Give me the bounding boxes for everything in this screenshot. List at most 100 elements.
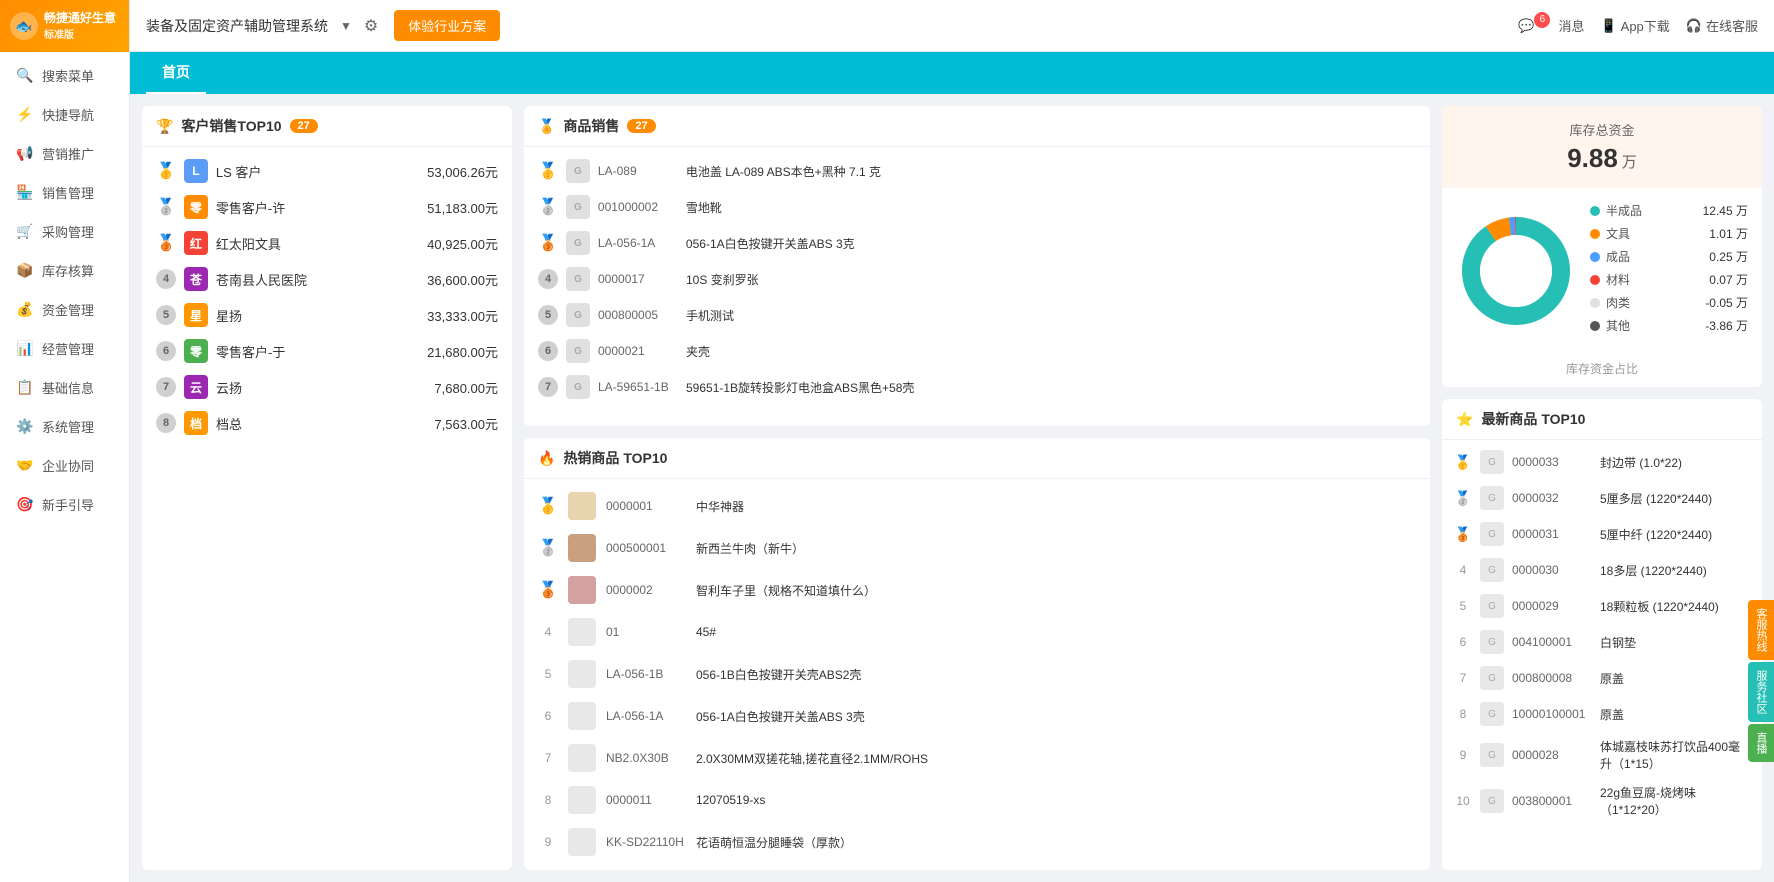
sidebar-item-sales[interactable]: 🏪 销售管理: [0, 173, 129, 212]
product-code: 0000021: [598, 344, 678, 358]
sidebar-item-enterprise[interactable]: 🤝 企业协同: [0, 446, 129, 485]
fire-icon: 🔥: [538, 450, 555, 467]
sidebar-item-operations[interactable]: 📊 经营管理: [0, 329, 129, 368]
product-rank-num: 7: [538, 751, 558, 765]
sidebar-item-finance[interactable]: 💰 资金管理: [0, 290, 129, 329]
cart-icon: 🛒: [16, 223, 34, 240]
latest-rank-num: 7: [1454, 671, 1472, 685]
rank-item: 4 苍 苍南县人民医院 36,600.00元: [142, 261, 512, 297]
left-panel: 🏆 客户销售TOP10 27 🥇 L LS 客户 53,006.26元 🥈 零 …: [142, 106, 512, 870]
sidebar-item-quick-nav[interactable]: ⚡ 快捷导航: [0, 95, 129, 134]
product-code: 0000002: [606, 583, 686, 597]
latest-product-img: G: [1480, 743, 1504, 767]
rank-avatar: 红: [184, 231, 208, 255]
medal-icon: 🥉: [156, 233, 176, 253]
customer-rank-card: 🏆 客户销售TOP10 27 🥇 L LS 客户 53,006.26元 🥈 零 …: [142, 106, 512, 870]
float-service-hotline[interactable]: 客服热线: [1748, 600, 1774, 660]
latest-product-img: G: [1480, 450, 1504, 474]
product-code: LA-056-1A: [598, 236, 678, 250]
product-code: LA-59651-1B: [598, 380, 678, 394]
rank-amount: 51,183.00元: [427, 198, 498, 217]
latest-product-item: 🥉 G 0000031 5厘中纤 (1220*2440): [1442, 516, 1762, 552]
latest-product-code: 000800008: [1512, 671, 1592, 685]
hot-product-item: 5 LA-056-1B 056-1B白色按键开关壳ABS2壳: [524, 653, 1430, 695]
sidebar-item-inventory[interactable]: 📦 库存核算: [0, 251, 129, 290]
brand-logo: 🐟: [10, 12, 38, 40]
experience-button[interactable]: 体验行业方案: [394, 10, 500, 41]
rank-name: 零售客户-许: [216, 198, 419, 217]
float-service-live[interactable]: 直播: [1748, 724, 1774, 762]
latest-product-img: G: [1480, 666, 1504, 690]
sidebar-item-label: 经营管理: [42, 339, 94, 358]
product-code: 000500001: [606, 541, 686, 555]
rank-name: 档总: [216, 414, 426, 433]
medal-icon: 🥉: [538, 233, 558, 253]
legend-item: 其他 -3.86 万: [1590, 317, 1748, 334]
product-name: 2.0X30MM双搓花轴,搓花直径2.1MM/ROHS: [696, 750, 1416, 767]
sidebar-item-purchase[interactable]: 🛒 采购管理: [0, 212, 129, 251]
hot-product-item: 9 KK-SD22110H 花语萌恒温分腿睡袋（厚款）: [524, 821, 1430, 863]
latest-product-code: 10000100001: [1512, 707, 1592, 721]
latest-product-code: 0000031: [1512, 527, 1592, 541]
hot-product-item: 4 01 45#: [524, 611, 1430, 653]
product-rank-header: 🏅 商品销售 27: [524, 106, 1430, 147]
latest-product-img: G: [1480, 486, 1504, 510]
rank-avatar: 星: [184, 303, 208, 327]
latest-product-img: G: [1480, 558, 1504, 582]
product-name: 12070519-xs: [696, 793, 1416, 807]
sidebar-item-system[interactable]: ⚙️ 系统管理: [0, 407, 129, 446]
main-area: 装备及固定资产辅助管理系统 ▼ ⚙ 体验行业方案 💬 6 消息 📱 App下载 …: [130, 0, 1774, 882]
clipboard-icon: 📋: [16, 379, 34, 396]
rank-item: 7 云 云扬 7,680.00元: [142, 369, 512, 405]
app-download-button[interactable]: 📱 App下载: [1600, 16, 1669, 35]
rank-avatar: 零: [184, 339, 208, 363]
service-button[interactable]: 🎧 在线客服: [1686, 16, 1758, 35]
target-icon: 🎯: [16, 496, 34, 513]
sidebar-item-basic-info[interactable]: 📋 基础信息: [0, 368, 129, 407]
rank-item: 8 档 档总 7,563.00元: [142, 405, 512, 441]
legend-value: 1.01 万: [1709, 225, 1748, 242]
sidebar-item-search[interactable]: 🔍 搜索菜单: [0, 56, 129, 95]
legend-name: 文具: [1606, 225, 1703, 242]
latest-product-code: 004100001: [1512, 635, 1592, 649]
sidebar-item-marketing[interactable]: 📢 营销推广: [0, 134, 129, 173]
medal-icon: 🏅: [538, 118, 555, 135]
rank-avatar: 档: [184, 411, 208, 435]
product-name: 雪地靴: [686, 199, 1416, 216]
system-title: 装备及固定资产辅助管理系统: [146, 16, 328, 36]
latest-product-name: 22g鱼豆腐-烧烤味（1*12*20）: [1600, 784, 1750, 818]
rank-number: 7: [538, 377, 558, 397]
inventory-footer: 库存资金占比: [1442, 354, 1762, 387]
product-code: 0000001: [606, 499, 686, 513]
latest-rank-num: 6: [1454, 635, 1472, 649]
tab-home[interactable]: 首页: [146, 52, 206, 94]
float-service-community[interactable]: 服务社区: [1748, 662, 1774, 722]
rank-number: 5: [156, 305, 176, 325]
medal-icon: 🥉: [538, 580, 558, 600]
product-name: 45#: [696, 625, 1416, 639]
rank-item: 5 星 星扬 33,333.00元: [142, 297, 512, 333]
product-code: LA-056-1B: [606, 667, 686, 681]
product-rank-num: 5: [538, 667, 558, 681]
latest-product-name: 封边带 (1.0*22): [1600, 454, 1750, 471]
money-icon: 💰: [16, 301, 34, 318]
latest-product-name: 5厘多层 (1220*2440): [1600, 490, 1750, 507]
dropdown-button[interactable]: ▼: [340, 19, 352, 33]
product-rank-item: 🥈 G 001000002 雪地靴: [524, 189, 1430, 225]
rank-amount: 33,333.00元: [427, 306, 498, 325]
settings-button[interactable]: ⚙: [364, 16, 378, 36]
latest-product-img: G: [1480, 702, 1504, 726]
latest-product-img: G: [1480, 789, 1504, 813]
inventory-unit: 万: [1622, 151, 1637, 172]
product-img-placeholder: G: [566, 303, 590, 327]
topbar-right: 💬 6 消息 📱 App下载 🎧 在线客服: [1518, 16, 1758, 35]
legend-dot: [1590, 298, 1600, 308]
sidebar-item-guide[interactable]: 🎯 新手引导: [0, 485, 129, 524]
product-rank-list: 🥇 G LA-089 电池盖 LA-089 ABS本色+黑种 7.1 克 🥈 G…: [524, 147, 1430, 426]
legend-value: -3.86 万: [1705, 317, 1748, 334]
legend-item: 半成品 12.45 万: [1590, 202, 1748, 219]
customer-rank-title: 客户销售TOP10: [181, 116, 281, 136]
latest-product-code: 0000033: [1512, 455, 1592, 469]
trophy-icon: 🏆: [156, 118, 173, 135]
message-button[interactable]: 💬 6 消息: [1518, 16, 1584, 35]
